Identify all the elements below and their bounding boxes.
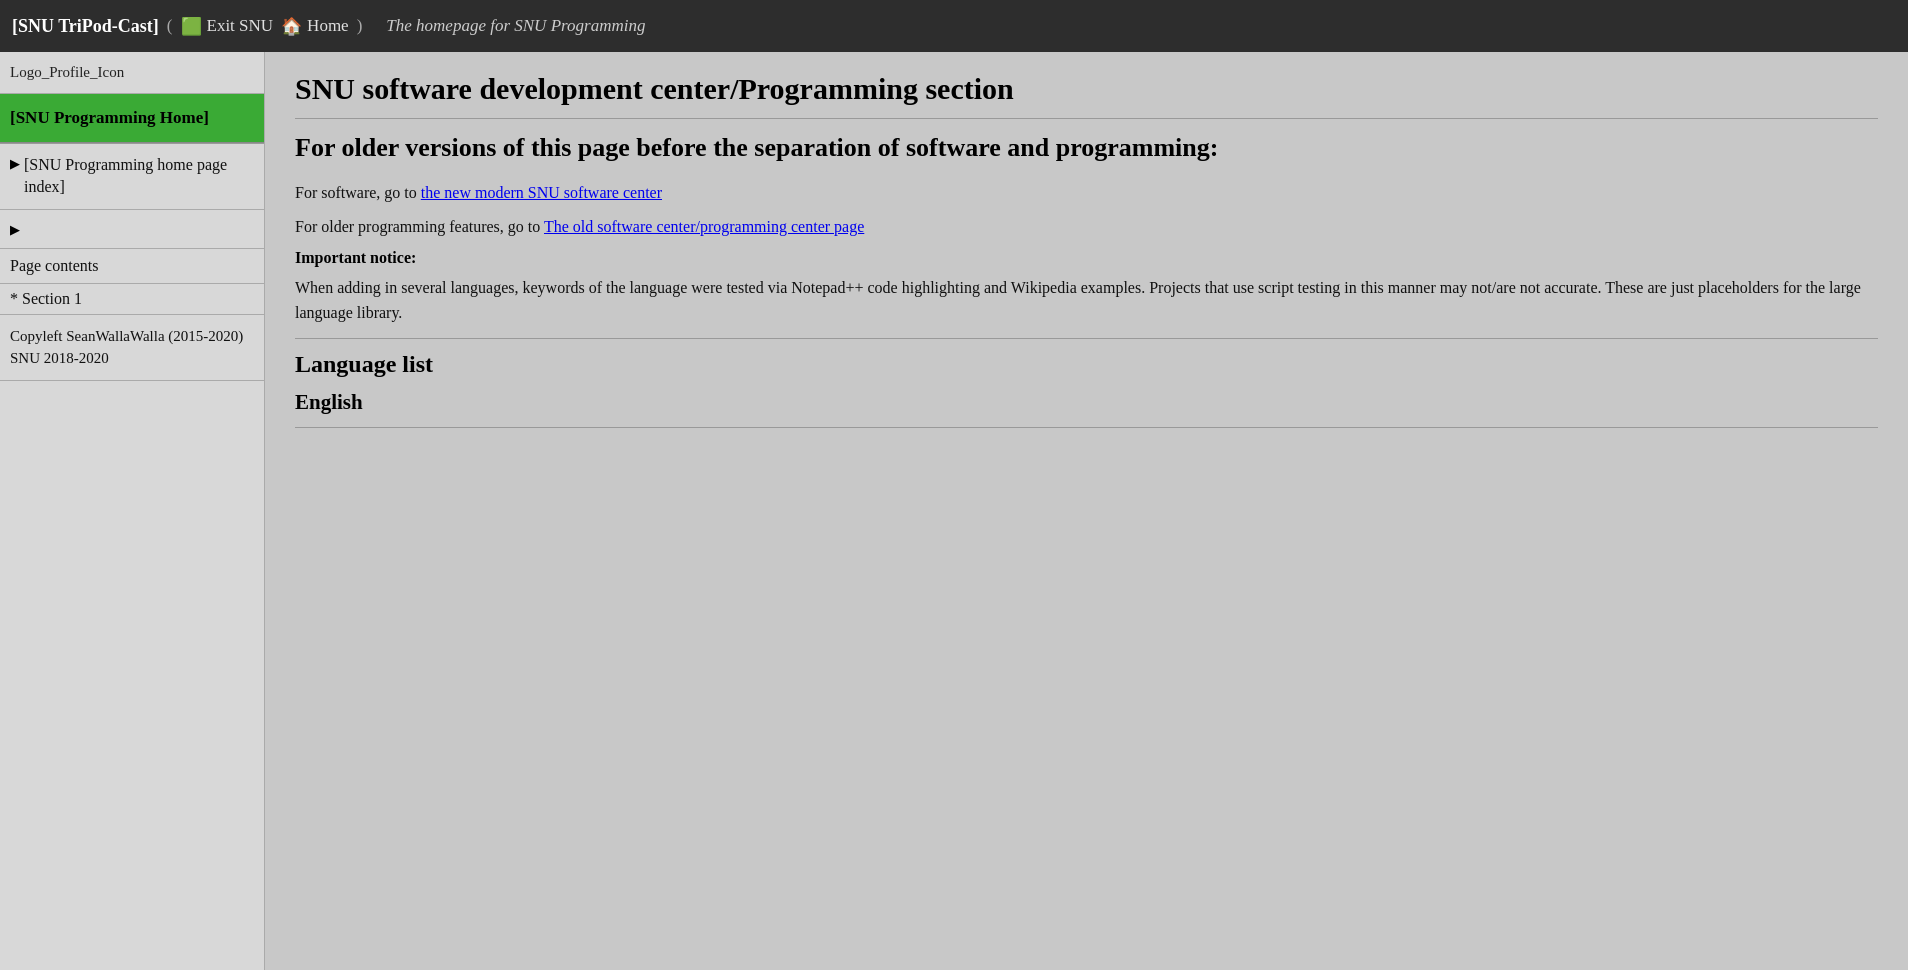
new-software-center-link[interactable]: the new modern SNU software center bbox=[421, 184, 662, 201]
old-software-center-link[interactable]: The old software center/programming cent… bbox=[544, 218, 864, 235]
programming-text-before: For older programming features, go to bbox=[295, 218, 544, 235]
exit-label: Exit SNU bbox=[207, 16, 274, 36]
english-title: English bbox=[295, 390, 1878, 415]
notice-text: When adding in several languages, keywor… bbox=[295, 275, 1878, 326]
page-contents-label: Page contents bbox=[10, 257, 98, 274]
section1-label: * Section 1 bbox=[10, 290, 82, 307]
important-notice-label: Important notice: bbox=[295, 249, 1878, 267]
older-versions-title: For older versions of this page before t… bbox=[295, 131, 1878, 165]
sidebar-section1[interactable]: * Section 1 bbox=[0, 284, 264, 315]
sidebar-expandable-2[interactable]: ▶ bbox=[0, 210, 264, 249]
logo-profile-icon-label: Logo_Profile_Icon bbox=[10, 64, 124, 80]
copyright-text: Copyleft SeanWallaWalla (2015-2020) SNU … bbox=[10, 328, 243, 367]
sidebar-index-label: [SNU Programming home page index] bbox=[24, 154, 254, 199]
top-bar: [SNU TriPod-Cast] ( 🟩 Exit SNU 🏠 Home ) … bbox=[0, 0, 1908, 52]
sidebar-logo-area: Logo_Profile_Icon bbox=[0, 52, 264, 94]
app-title: [SNU TriPod-Cast] bbox=[12, 16, 159, 37]
home-button[interactable]: 🏠 Home bbox=[281, 16, 349, 37]
programming-paragraph: For older programming features, go to Th… bbox=[295, 215, 1878, 239]
content-hr-1 bbox=[295, 118, 1878, 119]
home-icon: 🏠 bbox=[281, 16, 302, 37]
software-text-before: For software, go to bbox=[295, 184, 421, 201]
content-hr-2 bbox=[295, 338, 1878, 339]
main-page-title: SNU software development center/Programm… bbox=[295, 72, 1878, 106]
topbar-description: The homepage for SNU Programming bbox=[386, 16, 645, 36]
language-list-title: Language list bbox=[295, 351, 1878, 378]
sidebar-arrow-1: ▶ bbox=[10, 156, 20, 172]
sidebar-home-label: [SNU Programming Home] bbox=[10, 108, 209, 127]
sidebar-copyright: Copyleft SeanWallaWalla (2015-2020) SNU … bbox=[0, 315, 264, 381]
home-label: Home bbox=[307, 16, 349, 36]
sidebar-page-contents: Page contents bbox=[0, 249, 264, 284]
exit-icon: 🟩 bbox=[181, 16, 202, 37]
main-layout: Logo_Profile_Icon [SNU Programming Home]… bbox=[0, 52, 1908, 970]
sidebar-home-link[interactable]: [SNU Programming Home] bbox=[0, 94, 264, 143]
content-hr-3 bbox=[295, 427, 1878, 428]
exit-snu-button[interactable]: 🟩 Exit SNU bbox=[181, 16, 274, 37]
content-area: SNU software development center/Programm… bbox=[265, 52, 1908, 970]
sidebar: Logo_Profile_Icon [SNU Programming Home]… bbox=[0, 52, 265, 970]
sidebar-index-expandable[interactable]: ▶ [SNU Programming home page index] bbox=[0, 144, 264, 210]
close-paren: ) bbox=[357, 16, 363, 36]
software-paragraph: For software, go to the new modern SNU s… bbox=[295, 181, 1878, 205]
sidebar-arrow-2: ▶ bbox=[10, 222, 20, 238]
open-paren: ( bbox=[167, 16, 173, 36]
